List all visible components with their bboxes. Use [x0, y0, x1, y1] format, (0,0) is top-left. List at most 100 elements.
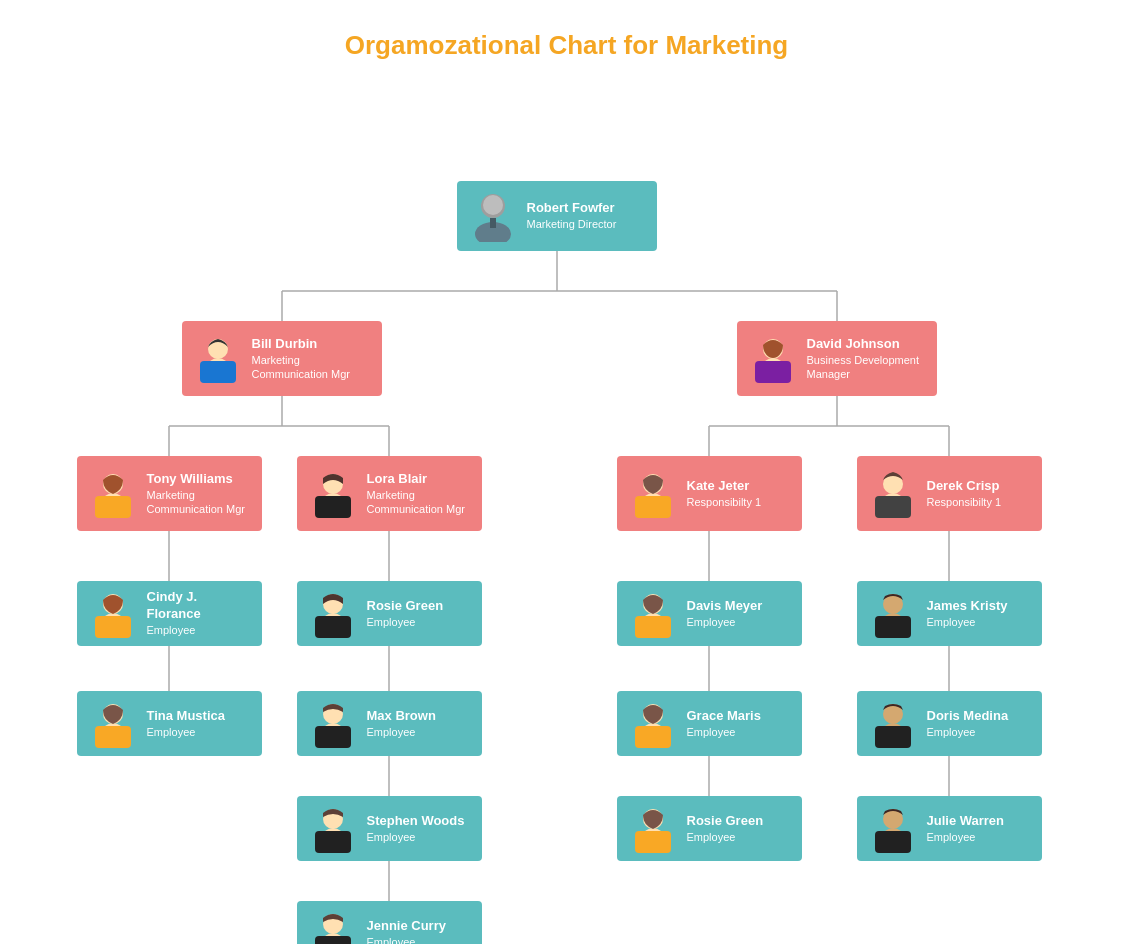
- node-rosie1: Rosie Green Employee: [297, 581, 482, 646]
- svg-rect-43: [95, 496, 131, 518]
- node-doris-name: Doris Medina: [927, 708, 1009, 725]
- avatar-tony: [87, 468, 139, 520]
- avatar-rosie1: [307, 588, 359, 640]
- node-root: Robert Fowfer Marketing Director: [457, 181, 657, 251]
- node-bill-text: Bill Durbin Marketing Communication Mgr: [252, 336, 372, 381]
- node-bill-role: Marketing Communication Mgr: [252, 353, 372, 382]
- node-derek: Derek Crisp Responsibilty 1: [857, 456, 1042, 531]
- node-davis: Davis Meyer Employee: [617, 581, 802, 646]
- svg-rect-65: [875, 726, 911, 748]
- node-tony-text: Tony Williams Marketing Communication Mg…: [147, 471, 252, 516]
- svg-point-36: [483, 195, 503, 215]
- node-julie-role: Employee: [927, 830, 1005, 844]
- node-julie-text: Julie Warren Employee: [927, 813, 1005, 844]
- node-tony-name: Tony Williams: [147, 471, 252, 488]
- svg-rect-45: [315, 496, 351, 518]
- node-kate-name: Kate Jeter: [687, 478, 762, 495]
- org-chart: Robert Fowfer Marketing Director Bill Du…: [17, 81, 1117, 944]
- svg-rect-63: [635, 726, 671, 748]
- node-tina-text: Tina Mustica Employee: [147, 708, 226, 739]
- avatar-david: [747, 333, 799, 385]
- node-cindy-name: Cindy J. Florance: [147, 589, 252, 623]
- node-david: David Johnson Business Development Manag…: [737, 321, 937, 396]
- avatar-james: [867, 588, 919, 640]
- node-julie: Julie Warren Employee: [857, 796, 1042, 861]
- node-stephen-role: Employee: [367, 830, 465, 844]
- svg-rect-39: [200, 361, 236, 383]
- node-stephen: Stephen Woods Employee: [297, 796, 482, 861]
- avatar-doris: [867, 698, 919, 750]
- node-tina-role: Employee: [147, 725, 226, 739]
- node-root-name: Robert Fowfer: [527, 200, 617, 217]
- svg-rect-67: [315, 831, 351, 853]
- avatar-julie: [867, 803, 919, 855]
- node-rosie1-role: Employee: [367, 615, 444, 629]
- node-jennie: Jennie Curry Employee: [297, 901, 482, 944]
- avatar-tina: [87, 698, 139, 750]
- node-rosie2-role: Employee: [687, 830, 764, 844]
- node-lora-role: Marketing Communication Mgr: [367, 488, 472, 517]
- node-rosie2-name: Rosie Green: [687, 813, 764, 830]
- avatar-bill: [192, 333, 244, 385]
- avatar-root: [467, 190, 519, 242]
- node-tony: Tony Williams Marketing Communication Mg…: [77, 456, 262, 531]
- node-tina-name: Tina Mustica: [147, 708, 226, 725]
- node-doris-text: Doris Medina Employee: [927, 708, 1009, 739]
- avatar-lora: [307, 468, 359, 520]
- node-rosie2-text: Rosie Green Employee: [687, 813, 764, 844]
- svg-rect-55: [635, 616, 671, 638]
- avatar-grace: [627, 698, 679, 750]
- svg-rect-59: [95, 726, 131, 748]
- node-tina: Tina Mustica Employee: [77, 691, 262, 756]
- node-jennie-text: Jennie Curry Employee: [367, 918, 446, 944]
- node-root-role: Marketing Director: [527, 217, 617, 231]
- node-cindy: Cindy J. Florance Employee: [77, 581, 262, 646]
- node-david-role: Business Development Manager: [807, 353, 927, 382]
- node-grace-text: Grace Maris Employee: [687, 708, 761, 739]
- node-root-text: Robert Fowfer Marketing Director: [527, 200, 617, 231]
- node-bill: Bill Durbin Marketing Communication Mgr: [182, 321, 382, 396]
- avatar-stephen: [307, 803, 359, 855]
- node-lora-text: Lora Blair Marketing Communication Mgr: [367, 471, 472, 516]
- svg-rect-37: [490, 218, 496, 228]
- node-kate: Kate Jeter Responsibilty 1: [617, 456, 802, 531]
- node-max-text: Max Brown Employee: [367, 708, 436, 739]
- node-max: Max Brown Employee: [297, 691, 482, 756]
- avatar-davis: [627, 588, 679, 640]
- node-james-text: James Kristy Employee: [927, 598, 1008, 629]
- node-stephen-name: Stephen Woods: [367, 813, 465, 830]
- node-max-name: Max Brown: [367, 708, 436, 725]
- svg-rect-71: [875, 831, 911, 853]
- svg-rect-69: [635, 831, 671, 853]
- node-james-role: Employee: [927, 615, 1008, 629]
- node-max-role: Employee: [367, 725, 436, 739]
- node-lora-name: Lora Blair: [367, 471, 472, 488]
- node-lora: Lora Blair Marketing Communication Mgr: [297, 456, 482, 531]
- node-derek-name: Derek Crisp: [927, 478, 1002, 495]
- node-james: James Kristy Employee: [857, 581, 1042, 646]
- node-david-name: David Johnson: [807, 336, 927, 353]
- avatar-jennie: [307, 908, 359, 945]
- node-derek-role: Responsibilty 1: [927, 495, 1002, 509]
- node-davis-text: Davis Meyer Employee: [687, 598, 763, 629]
- node-rosie1-name: Rosie Green: [367, 598, 444, 615]
- svg-rect-53: [315, 616, 351, 638]
- page-title: Orgamozational Chart for Marketing: [0, 0, 1133, 81]
- node-rosie1-text: Rosie Green Employee: [367, 598, 444, 629]
- node-doris: Doris Medina Employee: [857, 691, 1042, 756]
- svg-rect-57: [875, 616, 911, 638]
- node-jennie-name: Jennie Curry: [367, 918, 446, 935]
- node-julie-name: Julie Warren: [927, 813, 1005, 830]
- avatar-cindy: [87, 588, 139, 640]
- svg-rect-41: [755, 361, 791, 383]
- node-bill-name: Bill Durbin: [252, 336, 372, 353]
- node-cindy-role: Employee: [147, 623, 252, 637]
- svg-rect-51: [95, 616, 131, 638]
- node-grace-name: Grace Maris: [687, 708, 761, 725]
- node-jennie-role: Employee: [367, 935, 446, 944]
- node-tony-role: Marketing Communication Mgr: [147, 488, 252, 517]
- svg-rect-73: [315, 936, 351, 945]
- avatar-kate: [627, 468, 679, 520]
- node-doris-role: Employee: [927, 725, 1009, 739]
- node-derek-text: Derek Crisp Responsibilty 1: [927, 478, 1002, 509]
